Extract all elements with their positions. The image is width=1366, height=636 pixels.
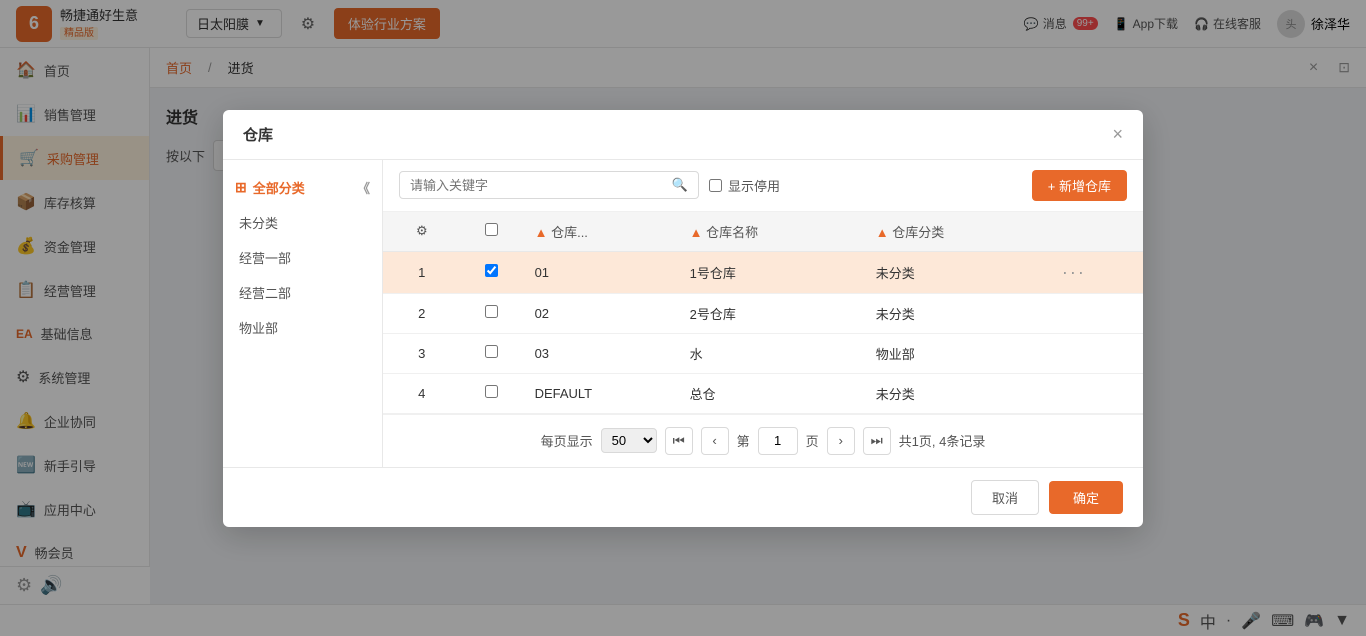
category-item-dept1[interactable]: 经营一部 xyxy=(223,240,382,275)
modal-body: ⊞ 全部分类 《 未分类 经营一部 经营二部 物业部 xyxy=(223,160,1143,467)
new-warehouse-button[interactable]: + 新增仓库 xyxy=(1032,170,1127,201)
row-checkbox-cell xyxy=(461,333,523,373)
category-item-dept2[interactable]: 经营二部 xyxy=(223,275,382,310)
row-name: 水 xyxy=(678,333,864,373)
grid-icon: ⊞ xyxy=(235,179,247,196)
modal-main: 🔍 显示停用 + 新增仓库 ⚙ xyxy=(383,160,1143,467)
total-info: 共1页, 4条记录 xyxy=(899,431,986,450)
cancel-button[interactable]: 取消 xyxy=(971,480,1039,515)
pagination: 每页显示 50 20 100 ⏮ ‹ 第 页 › ⏭ 共1页, 4条记录 xyxy=(383,414,1143,467)
modal-title: 仓库 xyxy=(243,124,273,145)
row-category: 未分类 xyxy=(864,293,1050,333)
table-row: 4 DEFAULT 总仓 未分类 xyxy=(383,373,1143,413)
row-num: 2 xyxy=(383,293,461,333)
category-item-uncategorized[interactable]: 未分类 xyxy=(223,205,382,240)
th-settings: ⚙ xyxy=(383,212,461,252)
prev-page-button[interactable]: ‹ xyxy=(701,427,729,455)
row-actions: ··· xyxy=(1050,251,1143,293)
row-category: 物业部 xyxy=(864,333,1050,373)
search-input-wrap: 🔍 xyxy=(399,171,699,199)
modal-header: 仓库 × xyxy=(223,110,1143,160)
warehouse-modal: 仓库 × ⊞ 全部分类 《 未分类 经营一部 经营二部 xyxy=(223,110,1143,527)
row-checkbox[interactable] xyxy=(485,264,498,277)
row-name: 2号仓库 xyxy=(678,293,864,333)
settings-th-icon: ⚙ xyxy=(416,223,428,238)
row-actions xyxy=(1050,373,1143,413)
row-checkbox-cell xyxy=(461,251,523,293)
row-num: 3 xyxy=(383,333,461,373)
modal-toolbar: 🔍 显示停用 + 新增仓库 xyxy=(383,160,1143,212)
modal-footer: 取消 确定 xyxy=(223,467,1143,527)
row-name: 1号仓库 xyxy=(678,251,864,293)
modal-close-button[interactable]: × xyxy=(1112,124,1123,145)
search-icon[interactable]: 🔍 xyxy=(672,177,688,193)
modal-overlay: 仓库 × ⊞ 全部分类 《 未分类 经营一部 经营二部 xyxy=(0,0,1366,636)
row-num: 1 xyxy=(383,251,461,293)
row-code: 02 xyxy=(523,293,678,333)
page-suffix: 页 xyxy=(806,431,819,450)
table-header-row: ⚙ ▲ 仓库... ▲ xyxy=(383,212,1143,252)
category-header[interactable]: ⊞ 全部分类 《 xyxy=(223,170,382,205)
row-checkbox-cell xyxy=(461,373,523,413)
per-page-select[interactable]: 50 20 100 xyxy=(601,428,657,453)
table-row: 3 03 水 物业部 xyxy=(383,333,1143,373)
page-label: 第 xyxy=(737,431,750,450)
row-name: 总仓 xyxy=(678,373,864,413)
row-actions xyxy=(1050,333,1143,373)
confirm-button[interactable]: 确定 xyxy=(1049,481,1123,514)
row-code: 01 xyxy=(523,251,678,293)
row-checkbox-cell xyxy=(461,293,523,333)
show-disabled-checkbox[interactable] xyxy=(709,179,722,192)
collapse-icon[interactable]: 《 xyxy=(357,178,370,197)
next-page-button[interactable]: › xyxy=(827,427,855,455)
first-page-button[interactable]: ⏮ xyxy=(665,427,693,455)
warehouse-table: ⚙ ▲ 仓库... ▲ xyxy=(383,212,1143,414)
search-input[interactable] xyxy=(410,178,672,193)
category-all-label: 全部分类 xyxy=(253,178,305,197)
data-table: ⚙ ▲ 仓库... ▲ xyxy=(383,212,1143,414)
row-checkbox[interactable] xyxy=(485,305,498,318)
row-category: 未分类 xyxy=(864,373,1050,413)
per-page-label: 每页显示 xyxy=(541,431,593,450)
row-checkbox[interactable] xyxy=(485,345,498,358)
row-actions xyxy=(1050,293,1143,333)
page-number-input[interactable] xyxy=(758,427,798,455)
row-category: 未分类 xyxy=(864,251,1050,293)
select-all-checkbox[interactable] xyxy=(485,223,498,236)
show-disabled-label[interactable]: 显示停用 xyxy=(709,176,780,195)
modal-category-sidebar: ⊞ 全部分类 《 未分类 经营一部 经营二部 物业部 xyxy=(223,160,383,467)
row-action-dots[interactable]: ··· xyxy=(1062,262,1086,282)
th-actions xyxy=(1050,212,1143,252)
th-name: ▲ 仓库名称 xyxy=(678,212,864,252)
row-code: 03 xyxy=(523,333,678,373)
row-code: DEFAULT xyxy=(523,373,678,413)
table-row: 1 01 1号仓库 未分类 ··· xyxy=(383,251,1143,293)
th-code: ▲ 仓库... xyxy=(523,212,678,252)
th-category: ▲ 仓库分类 xyxy=(864,212,1050,252)
th-checkbox xyxy=(461,212,523,252)
category-item-property[interactable]: 物业部 xyxy=(223,310,382,345)
row-checkbox[interactable] xyxy=(485,385,498,398)
last-page-button[interactable]: ⏭ xyxy=(863,427,891,455)
row-num: 4 xyxy=(383,373,461,413)
table-row: 2 02 2号仓库 未分类 xyxy=(383,293,1143,333)
